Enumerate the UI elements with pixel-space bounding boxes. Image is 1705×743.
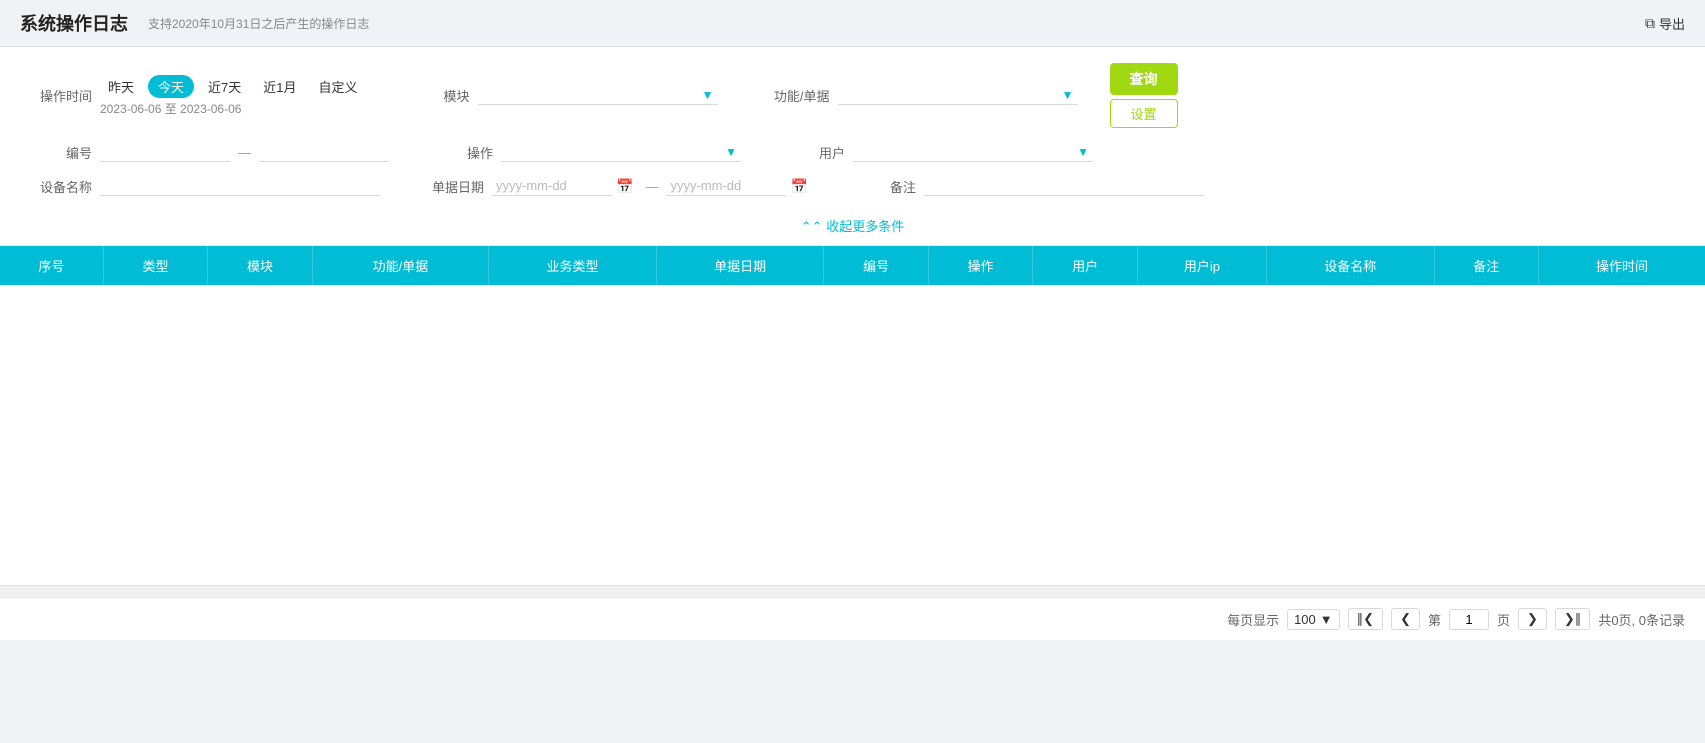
horizontal-scrollbar[interactable] bbox=[0, 585, 1705, 597]
time-section: 昨天 今天 近7天 近1月 自定义 2023-06-06 至 2023-06-0… bbox=[100, 75, 366, 117]
col-type: 类型 bbox=[103, 246, 207, 285]
filter-row-3: 设备名称 单据日期 📅 — 📅 备注 bbox=[20, 176, 1685, 196]
remark-label: 备注 bbox=[844, 177, 916, 196]
filter-area: 操作时间 昨天 今天 近7天 近1月 自定义 2023-06-06 至 2023… bbox=[0, 47, 1705, 246]
collapse-icon: ⌃⌃ bbox=[801, 219, 823, 234]
table-container: 序号 类型 模块 功能/单据 业务类型 单据日期 编号 操作 用户 用户ip 设… bbox=[0, 246, 1705, 585]
operation-label: 操作 bbox=[421, 143, 493, 162]
data-table: 序号 类型 模块 功能/单据 业务类型 单据日期 编号 操作 用户 用户ip 设… bbox=[0, 246, 1705, 285]
user-select[interactable]: ▼ bbox=[853, 143, 1093, 162]
operation-select[interactable]: ▼ bbox=[501, 143, 741, 162]
export-icon: ⧉ bbox=[1645, 15, 1655, 32]
export-label: 导出 bbox=[1659, 14, 1685, 33]
device-label: 设备名称 bbox=[20, 177, 92, 196]
pagination-bar: 每页显示 100 ▼ ∥❮ ❮ 第 页 ❯ ❯∥ 共0页, 0条记录 bbox=[0, 597, 1705, 640]
col-module: 模块 bbox=[208, 246, 312, 285]
col-remark: 备注 bbox=[1434, 246, 1538, 285]
page-subtitle: 支持2020年10月31日之后产生的操作日志 bbox=[148, 15, 369, 32]
col-user: 用户 bbox=[1033, 246, 1137, 285]
time-range: 2023-06-06 至 2023-06-06 bbox=[100, 100, 366, 117]
user-chevron-icon: ▼ bbox=[1077, 145, 1089, 159]
page-label: 第 bbox=[1428, 610, 1441, 629]
collapse-bar[interactable]: ⌃⌃ 收起更多条件 bbox=[20, 210, 1685, 245]
settings-button[interactable]: 设置 bbox=[1110, 99, 1178, 128]
collapse-label: 收起更多条件 bbox=[826, 219, 904, 234]
per-page-chevron-icon: ▼ bbox=[1320, 612, 1333, 627]
action-buttons: 查询 设置 bbox=[1110, 63, 1178, 128]
doc-date-label: 单据日期 bbox=[412, 177, 484, 196]
col-user-ip: 用户ip bbox=[1137, 246, 1266, 285]
filter-row-2: 编号 — 操作 ▼ 用户 ▼ bbox=[20, 142, 1685, 162]
time-btn-1month[interactable]: 近1月 bbox=[255, 75, 304, 98]
query-button[interactable]: 查询 bbox=[1110, 63, 1178, 95]
number-start-input[interactable] bbox=[100, 142, 230, 162]
filter-row-1: 操作时间 昨天 今天 近7天 近1月 自定义 2023-06-06 至 2023… bbox=[20, 63, 1685, 128]
empty-area bbox=[0, 285, 1705, 585]
per-page-label: 每页显示 bbox=[1227, 610, 1279, 629]
time-btn-custom[interactable]: 自定义 bbox=[311, 75, 366, 98]
number-label: 编号 bbox=[20, 143, 92, 162]
col-operation: 操作 bbox=[928, 246, 1032, 285]
time-btn-7days[interactable]: 近7天 bbox=[200, 75, 249, 98]
function-label: 功能/单据 bbox=[750, 86, 830, 105]
header-left: 系统操作日志 支持2020年10月31日之后产生的操作日志 bbox=[20, 10, 369, 36]
col-seq: 序号 bbox=[0, 246, 103, 285]
page-number-input[interactable] bbox=[1449, 609, 1489, 630]
module-select[interactable]: ▼ bbox=[478, 86, 718, 105]
user-label: 用户 bbox=[773, 143, 845, 162]
page-unit: 页 bbox=[1497, 610, 1510, 629]
device-input[interactable] bbox=[100, 176, 380, 196]
table-header: 序号 类型 模块 功能/单据 业务类型 单据日期 编号 操作 用户 用户ip 设… bbox=[0, 246, 1705, 285]
col-op-time: 操作时间 bbox=[1539, 246, 1705, 285]
last-page-button[interactable]: ❯∥ bbox=[1555, 608, 1590, 630]
remark-input[interactable] bbox=[924, 176, 1204, 196]
operation-chevron-icon: ▼ bbox=[725, 145, 737, 159]
function-select[interactable]: ▼ bbox=[838, 86, 1078, 105]
time-options: 昨天 今天 近7天 近1月 自定义 bbox=[100, 75, 366, 98]
table-header-row: 序号 类型 模块 功能/单据 业务类型 单据日期 编号 操作 用户 用户ip 设… bbox=[0, 246, 1705, 285]
per-page-value: 100 bbox=[1294, 612, 1316, 627]
doc-date-end-input[interactable] bbox=[666, 176, 786, 196]
col-function: 功能/单据 bbox=[312, 246, 488, 285]
module-chevron-icon: ▼ bbox=[702, 88, 714, 102]
number-dash: — bbox=[238, 145, 251, 160]
calendar-icon-2[interactable]: 📅 bbox=[790, 178, 807, 195]
time-label: 操作时间 bbox=[20, 86, 92, 105]
col-number: 编号 bbox=[824, 246, 928, 285]
per-page-select[interactable]: 100 ▼ bbox=[1287, 609, 1340, 630]
export-button[interactable]: ⧉ 导出 bbox=[1645, 14, 1685, 33]
module-label: 模块 bbox=[398, 86, 470, 105]
page-title: 系统操作日志 bbox=[20, 10, 128, 36]
first-page-button[interactable]: ∥❮ bbox=[1348, 608, 1383, 630]
calendar-icon-1[interactable]: 📅 bbox=[616, 178, 633, 195]
doc-date-dash: — bbox=[645, 179, 658, 194]
number-end-input[interactable] bbox=[259, 142, 389, 162]
col-doc-date: 单据日期 bbox=[656, 246, 824, 285]
total-info: 共0页, 0条记录 bbox=[1598, 610, 1685, 629]
function-chevron-icon: ▼ bbox=[1062, 88, 1074, 102]
next-page-button[interactable]: ❯ bbox=[1518, 608, 1547, 630]
page-header: 系统操作日志 支持2020年10月31日之后产生的操作日志 ⧉ 导出 bbox=[0, 0, 1705, 47]
prev-page-button[interactable]: ❮ bbox=[1391, 608, 1420, 630]
col-biz-type: 业务类型 bbox=[489, 246, 657, 285]
time-btn-today[interactable]: 今天 bbox=[148, 75, 194, 98]
scrollbar-inner bbox=[0, 586, 1705, 587]
doc-date-start-input[interactable] bbox=[492, 176, 612, 196]
time-btn-yesterday[interactable]: 昨天 bbox=[100, 75, 142, 98]
col-device: 设备名称 bbox=[1266, 246, 1434, 285]
